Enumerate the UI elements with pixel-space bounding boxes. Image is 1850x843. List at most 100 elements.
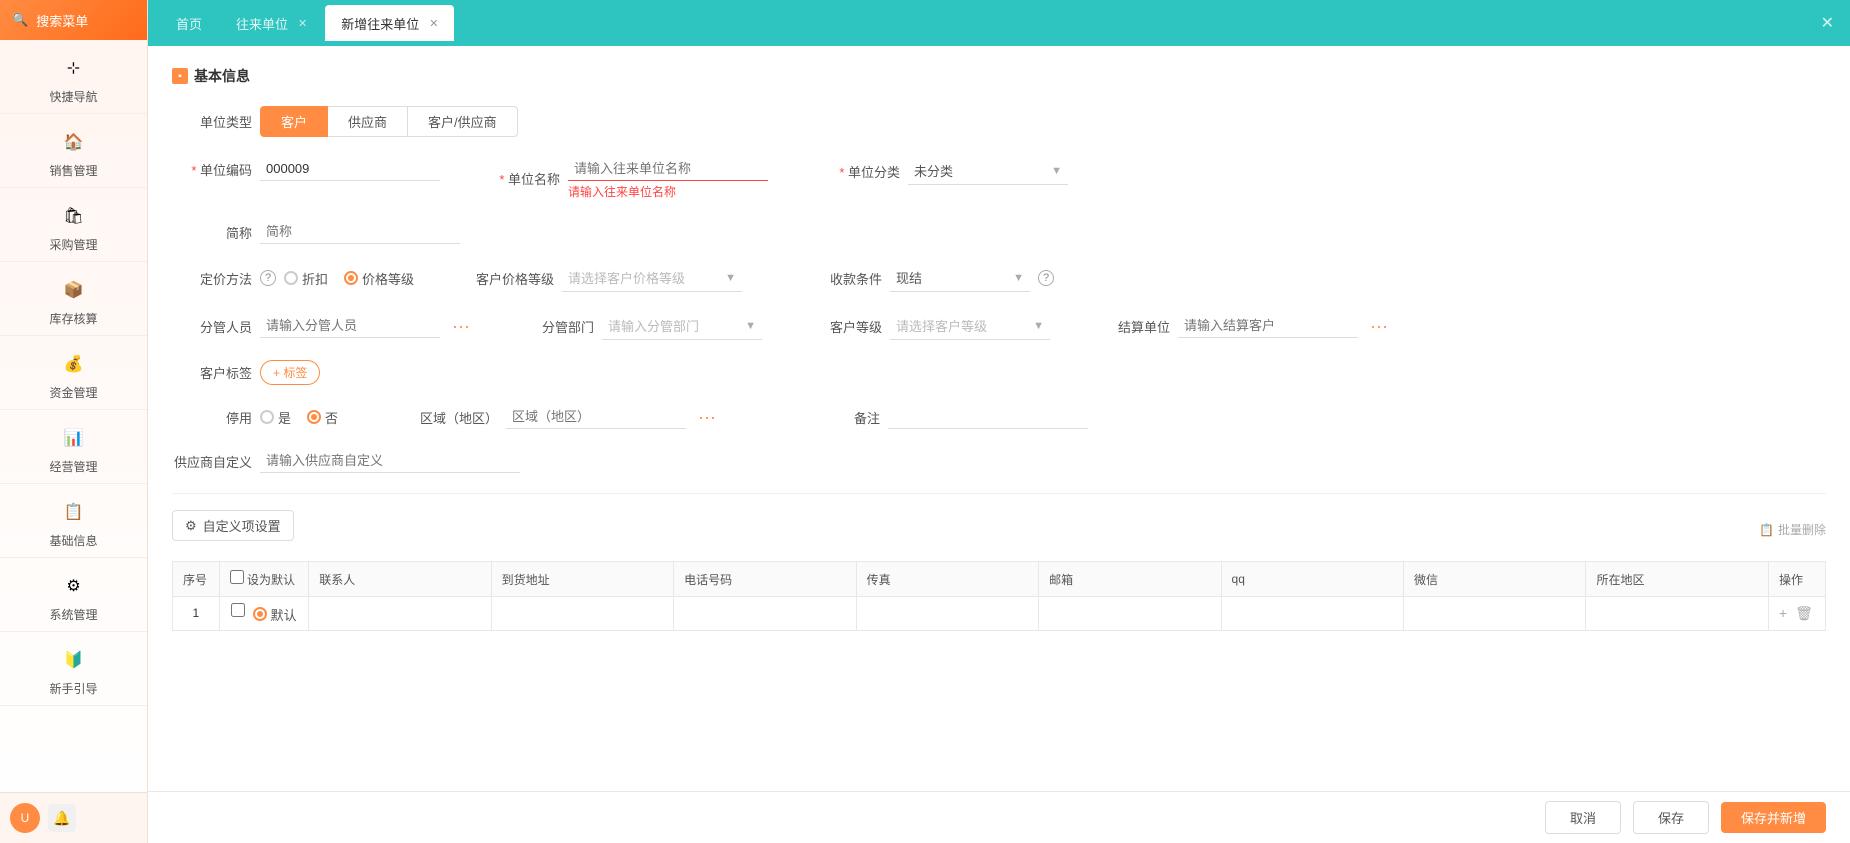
customer-level-label: 客户等级 <box>802 317 882 336</box>
disabled-yes-option[interactable]: 是 <box>260 408 291 427</box>
disabled-no-option[interactable]: 否 <box>307 408 338 427</box>
sidebar-item-finance[interactable]: 💰 资金管理 <box>0 336 147 410</box>
region-input[interactable] <box>506 405 686 429</box>
row-location-input[interactable] <box>1596 606 1757 620</box>
row-email[interactable] <box>1039 597 1221 631</box>
pricing-level-radio[interactable] <box>344 271 358 285</box>
main-area: 首页 往来单位 ✕ 新增往来单位 ✕ ✕ ▪ 基本信息 单位类型 客户 供应商 … <box>148 0 1850 843</box>
form-content: ▪ 基本信息 单位类型 客户 供应商 客户/供应商 单位编码 单位名称 <box>148 46 1850 791</box>
sidebar-label-inventory: 库存核算 <box>49 310 97 327</box>
bulk-delete-button[interactable]: 📋 批量删除 <box>1759 521 1826 538</box>
settlement-input[interactable] <box>1178 314 1358 338</box>
custom-settings-button[interactable]: ⚙ 自定义项设置 <box>172 510 294 541</box>
settlement-more-btn[interactable]: ··· <box>1366 317 1392 335</box>
add-row-btn[interactable]: + <box>1779 605 1787 621</box>
delete-row-btn[interactable]: 🗑 <box>1795 605 1813 622</box>
row-default-radio[interactable] <box>253 607 267 621</box>
close-partners-tab[interactable]: ✕ <box>298 17 307 30</box>
disabled-yes-radio[interactable] <box>260 410 274 424</box>
row-wechat-input[interactable] <box>1414 606 1575 620</box>
payment-terms-label: 收款条件 <box>802 269 882 288</box>
sidebar-item-operation[interactable]: 📊 经营管理 <box>0 410 147 484</box>
unit-type-both-btn[interactable]: 客户/供应商 <box>408 106 518 137</box>
close-new-partner-tab[interactable]: ✕ <box>429 17 438 30</box>
department-select[interactable]: 请输入分管部门 ▼ <box>602 312 762 340</box>
sidebar-item-quick-nav[interactable]: ⊹ 快捷导航 <box>0 40 147 114</box>
unit-name-input-box: 请输入往来单位名称 <box>568 157 768 200</box>
payment-terms-select[interactable]: 现结 ▼ <box>890 264 1030 292</box>
remark-label: 备注 <box>800 408 880 427</box>
row-qq-input[interactable] <box>1232 606 1393 620</box>
unit-category-select[interactable]: 未分类 ▼ <box>908 157 1068 185</box>
sidebar-item-system[interactable]: ⚙ 系统管理 <box>0 558 147 632</box>
pricing-level-option[interactable]: 价格等级 <box>344 269 414 288</box>
manager-more-btn[interactable]: ··· <box>448 317 474 335</box>
region-group: 区域（地区） ··· <box>418 405 720 429</box>
sound-button[interactable]: 🔔 <box>48 804 76 832</box>
remark-input[interactable] <box>888 405 1088 429</box>
col-wechat: 微信 <box>1404 562 1586 597</box>
unit-name-label: 单位名称 <box>480 169 560 188</box>
row-address-input[interactable] <box>502 606 663 620</box>
add-tag-button[interactable]: + 标签 <box>260 360 320 385</box>
supplier-custom-input[interactable] <box>260 449 520 473</box>
user-avatar[interactable]: U <box>10 803 40 833</box>
customer-price-level-select[interactable]: 请选择客户价格等级 ▼ <box>562 264 742 292</box>
unit-name-error: 请输入往来单位名称 <box>568 183 768 200</box>
cancel-button[interactable]: 取消 <box>1545 801 1621 834</box>
pricing-discount-option[interactable]: 折扣 <box>284 269 328 288</box>
customer-price-level-chevron: ▼ <box>725 272 736 284</box>
row-contact[interactable] <box>309 597 491 631</box>
unit-type-customer-btn[interactable]: 客户 <box>260 106 328 137</box>
row-default-radio-label[interactable]: 默认 <box>253 605 297 624</box>
search-icon: 🔍 <box>12 12 28 28</box>
short-name-label: 简称 <box>172 223 252 242</box>
unit-type-supplier-btn[interactable]: 供应商 <box>328 106 408 137</box>
short-name-row: 简称 <box>172 220 1826 244</box>
pricing-discount-radio[interactable] <box>284 271 298 285</box>
tab-new-partner[interactable]: 新增往来单位 ✕ <box>325 5 454 41</box>
sidebar-item-inventory[interactable]: 📦 库存核算 <box>0 262 147 336</box>
row-phone-input[interactable] <box>684 606 845 620</box>
pricing-method-help[interactable]: ? <box>260 270 276 286</box>
tab-home[interactable]: 首页 <box>160 5 218 41</box>
supplier-custom-group: 供应商自定义 <box>172 449 1826 473</box>
customer-level-chevron: ▼ <box>1033 320 1044 332</box>
row-qq[interactable] <box>1221 597 1403 631</box>
sidebar-item-basics[interactable]: 📋 基础信息 <box>0 484 147 558</box>
sidebar-item-sales[interactable]: 🏠 销售管理 <box>0 114 147 188</box>
settlement-group: 结算单位 ··· <box>1090 314 1392 338</box>
row-wechat[interactable] <box>1404 597 1586 631</box>
row-fax[interactable] <box>856 597 1038 631</box>
sidebar-item-purchase[interactable]: 🛍 采购管理 <box>0 188 147 262</box>
unit-code-input[interactable] <box>260 157 440 181</box>
row-fax-input[interactable] <box>867 606 1028 620</box>
row-phone[interactable] <box>674 597 856 631</box>
customer-tag-label: 客户标签 <box>172 363 252 382</box>
tab-partners[interactable]: 往来单位 ✕ <box>220 5 323 41</box>
row-location[interactable] <box>1586 597 1768 631</box>
search-menu-button[interactable]: 🔍 搜索菜单 <box>0 0 147 40</box>
select-all-checkbox[interactable] <box>230 570 244 584</box>
close-all-tabs[interactable]: ✕ <box>1821 13 1834 33</box>
save-button[interactable]: 保存 <box>1633 801 1709 834</box>
save-new-button[interactable]: 保存并新增 <box>1721 802 1826 833</box>
custom-settings-label: 自定义项设置 <box>203 516 281 535</box>
disabled-no-radio[interactable] <box>307 410 321 424</box>
row-email-input[interactable] <box>1049 606 1210 620</box>
region-more-btn[interactable]: ··· <box>694 408 720 426</box>
unit-name-input[interactable] <box>568 157 768 181</box>
short-name-input[interactable] <box>260 220 460 244</box>
customer-price-level-group: 客户价格等级 请选择客户价格等级 ▼ <box>474 264 742 292</box>
unit-type-group: 单位类型 客户 供应商 客户/供应商 <box>172 106 1826 137</box>
bottom-bar: 取消 保存 保存并新增 <box>148 791 1850 843</box>
unit-type-row: 单位类型 客户 供应商 客户/供应商 <box>172 106 1826 137</box>
row-checkbox[interactable] <box>231 603 245 617</box>
row-address[interactable] <box>491 597 673 631</box>
customer-level-select[interactable]: 请选择客户等级 ▼ <box>890 312 1050 340</box>
row-contact-input[interactable] <box>319 606 480 620</box>
payment-terms-help[interactable]: ? <box>1038 270 1054 286</box>
remark-group: 备注 <box>800 405 1088 429</box>
sidebar-item-guide[interactable]: 🔰 新手引导 <box>0 632 147 706</box>
manager-input[interactable] <box>260 314 440 338</box>
